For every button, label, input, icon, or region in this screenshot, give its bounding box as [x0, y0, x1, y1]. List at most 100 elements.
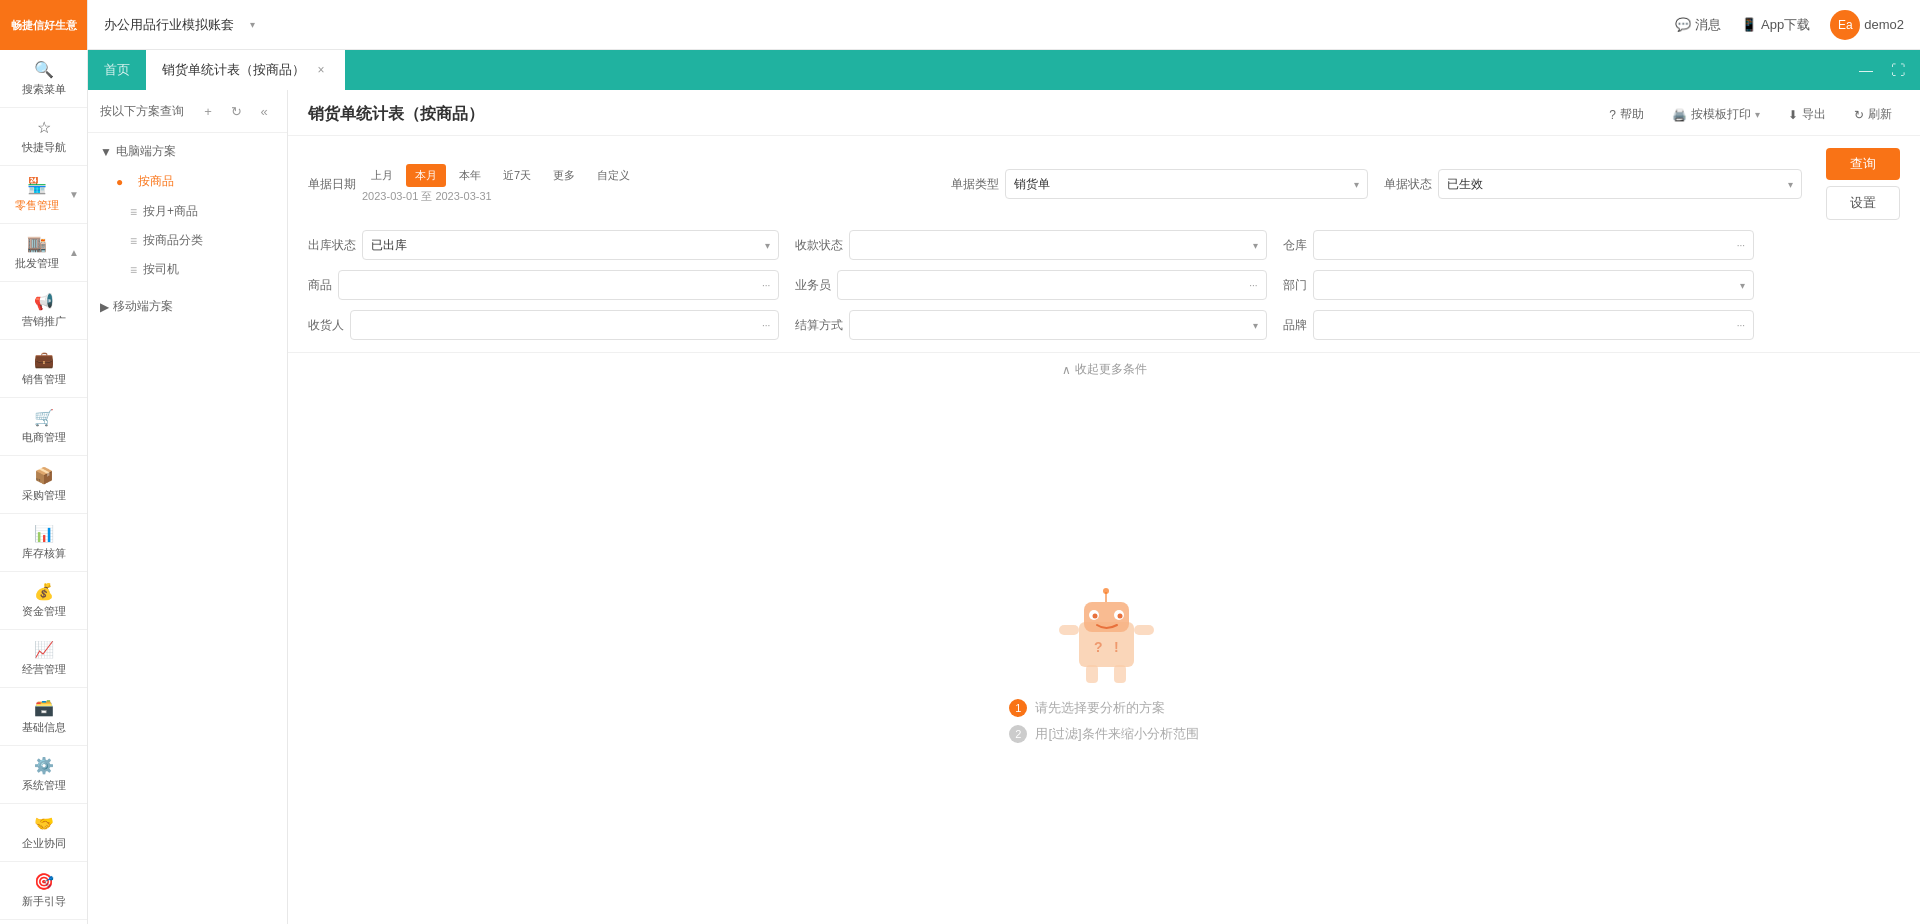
sidebar-item-ecommerce[interactable]: 🛒 电商管理: [0, 398, 87, 456]
message-label: 消息: [1695, 16, 1721, 34]
refresh-scheme-button[interactable]: ↻: [225, 100, 247, 122]
date-btn-7days[interactable]: 近7天: [494, 164, 540, 187]
department-dropdown-icon[interactable]: ▾: [1740, 280, 1745, 291]
print-dropdown-icon[interactable]: ▾: [1755, 109, 1760, 120]
scheme-by-category[interactable]: ≡ 按商品分类: [88, 226, 287, 255]
filter-settlement-dropdown[interactable]: ▾: [849, 310, 1266, 340]
scheme-by-cashier[interactable]: ≡ 按司机: [88, 255, 287, 284]
empty-state: ? ! 1 请先选择要分析的方案 2 用[过滤]条件来缩小分析范围: [288, 386, 1920, 924]
tab-home[interactable]: 首页: [88, 50, 146, 90]
collapse-panel-button[interactable]: «: [253, 100, 275, 122]
filter-bill-type-dropdown[interactable]: 销货单 ▾: [1005, 169, 1369, 199]
filter-recipient-dropdown[interactable]: ···: [350, 310, 779, 340]
sidebar-item-inventory[interactable]: 📊 库存核算: [0, 514, 87, 572]
filter-row-1: 单据日期 上月 本月 本年 近7天 更多 自定义 2023-03-01 至 20…: [308, 148, 1900, 220]
print-button[interactable]: 🖨️ 按模板打印 ▾: [1664, 102, 1768, 127]
tab-minimize-button[interactable]: —: [1852, 56, 1880, 84]
settlement-dropdown-icon[interactable]: ▾: [1253, 320, 1258, 331]
warehouse-dropdown-icon[interactable]: ···: [1737, 240, 1745, 251]
sidebar-item-purchase[interactable]: 📦 采购管理: [0, 456, 87, 514]
sidebar-quicknav[interactable]: ☆ 快捷导航: [0, 108, 87, 166]
tip-text-1: 请先选择要分析的方案: [1035, 699, 1165, 717]
export-button[interactable]: ⬇ 导出: [1780, 102, 1834, 127]
date-btn-current-year[interactable]: 本年: [450, 164, 490, 187]
recipient-dropdown-dots[interactable]: ···: [762, 320, 770, 331]
goods-dropdown-dots[interactable]: ···: [762, 280, 770, 291]
collapse-bar[interactable]: ∧ 收起更多条件: [288, 352, 1920, 386]
filter-goods-dropdown[interactable]: ···: [338, 270, 779, 300]
date-btn-custom[interactable]: 自定义: [588, 164, 639, 187]
filter-bill-status-dropdown[interactable]: 已生效 ▾: [1438, 169, 1802, 199]
sidebar-search[interactable]: 🔍 搜索菜单: [0, 50, 87, 108]
sidebar-item-finance[interactable]: 💰 资金管理: [0, 572, 87, 630]
brand-dropdown-dots[interactable]: ···: [1737, 320, 1745, 331]
svg-text:?: ?: [1094, 639, 1103, 655]
filter-settlement-field: 结算方式 ▾: [795, 310, 1266, 340]
filter-area: 单据日期 上月 本月 本年 近7天 更多 自定义 2023-03-01 至 20…: [288, 136, 1920, 352]
app-title-dropdown-icon[interactable]: ▾: [250, 19, 255, 30]
filter-out-status-field: 出库状态 已出库 ▾: [308, 230, 779, 260]
sidebar-item-operations[interactable]: 📈 经营管理: [0, 630, 87, 688]
sidebar-item-basic[interactable]: 🗃️ 基础信息: [0, 688, 87, 746]
desktop-scheme-group: ▼ 电脑端方案 ● 按商品 ≡ 按月+商品 ≡ 按商品分类 ≡ 按司机: [88, 133, 287, 288]
refresh-button[interactable]: ↻ 刷新: [1846, 102, 1900, 127]
app-download-action[interactable]: 📱 App下载: [1741, 16, 1810, 34]
filter-department-label: 部门: [1283, 277, 1307, 294]
filter-out-status-dropdown[interactable]: 已出库 ▾: [362, 230, 779, 260]
filter-payment-status-dropdown[interactable]: ▾: [849, 230, 1266, 260]
scheme-by-month-goods[interactable]: ≡ 按月+商品: [88, 197, 287, 226]
avatar-text: Ea: [1838, 18, 1853, 32]
filter-salesperson-label: 业务员: [795, 277, 831, 294]
bill-type-dropdown-icon[interactable]: ▾: [1354, 179, 1359, 190]
date-btn-current-month[interactable]: 本月: [406, 164, 446, 187]
tabs-right-actions: — ⛶: [1852, 56, 1920, 84]
sidebar-item-system[interactable]: ⚙️ 系统管理: [0, 746, 87, 804]
tab-maximize-button[interactable]: ⛶: [1884, 56, 1912, 84]
out-status-dropdown-icon[interactable]: ▾: [765, 240, 770, 251]
add-scheme-button[interactable]: +: [197, 100, 219, 122]
sidebar-item-enterprise[interactable]: 🤝 企业协同: [0, 804, 87, 862]
tab-sales-stats[interactable]: 销货单统计表（按商品） ×: [146, 50, 345, 90]
scheme-by-category-icon: ≡: [130, 234, 137, 248]
message-icon: 💬: [1675, 17, 1691, 32]
chevron-down-icon: ▼: [100, 145, 112, 159]
filter-salesperson-dropdown[interactable]: ···: [837, 270, 1266, 300]
filter-department-dropdown[interactable]: ▾: [1313, 270, 1754, 300]
date-btn-more[interactable]: 更多: [544, 164, 584, 187]
date-btn-last-month[interactable]: 上月: [362, 164, 402, 187]
filter-row-3: 商品 ··· 业务员 ··· 部门: [308, 270, 1900, 300]
enterprise-icon: 🤝: [34, 814, 54, 833]
help-button[interactable]: ? 帮助: [1601, 102, 1652, 127]
filter-brand-label: 品牌: [1283, 317, 1307, 334]
help-label: 帮助: [1620, 106, 1644, 123]
date-range-display: 2023-03-01 至 2023-03-31: [362, 189, 935, 204]
user-profile-action[interactable]: Ea demo2: [1830, 10, 1904, 40]
retail-icon: 🏪: [27, 176, 47, 195]
sidebar-item-apps[interactable]: 🔲 应用中心: [0, 920, 87, 924]
scheme-by-category-label: 按商品分类: [143, 232, 203, 249]
sidebar-item-guide[interactable]: 🎯 新手引导: [0, 862, 87, 920]
sidebar-item-retail[interactable]: 🏪 零售管理 ▼: [0, 166, 87, 224]
page-actions: ? 帮助 🖨️ 按模板打印 ▾ ⬇ 导出 ↻ 刷新: [1601, 102, 1900, 127]
message-action[interactable]: 💬 消息: [1675, 16, 1721, 34]
filter-warehouse-label: 仓库: [1283, 237, 1307, 254]
settings-button[interactable]: 设置: [1826, 186, 1900, 220]
sidebar-item-sales[interactable]: 💼 销售管理: [0, 340, 87, 398]
svg-rect-10: [1059, 625, 1079, 635]
payment-status-dropdown-icon[interactable]: ▾: [1253, 240, 1258, 251]
inventory-icon: 📊: [34, 524, 54, 543]
mobile-scheme-toggle[interactable]: ▶ 移动端方案: [88, 292, 287, 321]
tab-close-icon[interactable]: ×: [313, 62, 329, 78]
filter-warehouse-dropdown[interactable]: ···: [1313, 230, 1754, 260]
scheme-by-goods[interactable]: ● 按商品: [88, 166, 287, 197]
main-area: 办公用品行业模拟账套 ▾ 💬 消息 📱 App下载 Ea demo2 首页: [88, 0, 1920, 924]
filter-brand-dropdown[interactable]: ···: [1313, 310, 1754, 340]
sidebar-item-wholesale[interactable]: 🏬 批发管理 ▲: [0, 224, 87, 282]
marketing-icon: 📢: [34, 292, 54, 311]
bill-status-dropdown-icon[interactable]: ▾: [1788, 179, 1793, 190]
desktop-scheme-toggle[interactable]: ▼ 电脑端方案: [88, 137, 287, 166]
salesperson-dropdown-dots[interactable]: ···: [1249, 280, 1257, 291]
query-button[interactable]: 查询: [1826, 148, 1900, 180]
mobile-scheme-group: ▶ 移动端方案: [88, 288, 287, 325]
sidebar-item-marketing[interactable]: 📢 营销推广: [0, 282, 87, 340]
